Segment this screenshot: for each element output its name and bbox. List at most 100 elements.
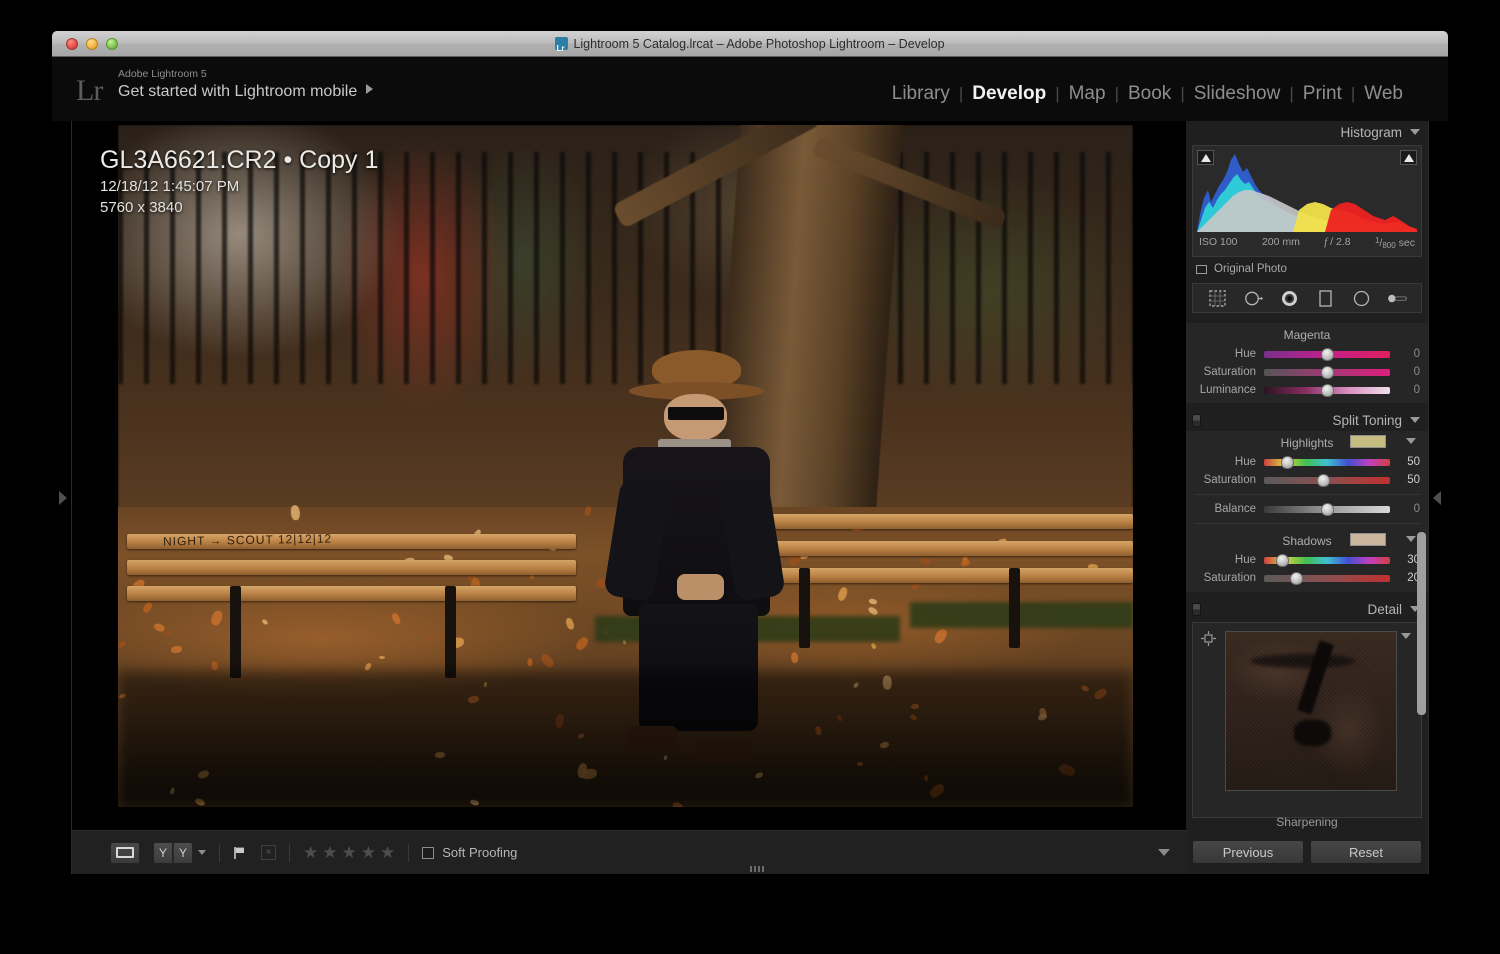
highlights-saturation-track[interactable]	[1264, 477, 1390, 484]
module-print[interactable]: Print	[1294, 83, 1351, 105]
highlights-hue-track[interactable]	[1264, 459, 1390, 466]
magenta-luminance-track[interactable]	[1264, 387, 1390, 394]
chevron-down-icon[interactable]	[1406, 536, 1416, 542]
expand-right-panel-icon[interactable]	[1433, 491, 1441, 505]
exif-metadata-row: ISO 100 200 mm f / 2.8 1/800 sec	[1199, 236, 1415, 250]
radial-filter-icon[interactable]	[1351, 288, 1372, 309]
highlight-clipping-indicator[interactable]	[1400, 150, 1417, 165]
play-triangle-icon[interactable]	[366, 84, 373, 94]
right-panel-scroll-area[interactable]: Histogram ISO 100	[1186, 121, 1428, 830]
star-icon[interactable]: ★	[361, 844, 376, 861]
shadows-saturation-row[interactable]: Saturation 20	[1186, 569, 1428, 587]
bench-leg	[1009, 568, 1020, 648]
shadows-hue-track[interactable]	[1264, 557, 1390, 564]
detail-enable-switch[interactable]	[1192, 603, 1201, 616]
balance-track[interactable]	[1264, 506, 1390, 513]
flag-reject-icon[interactable]: ×	[261, 845, 276, 860]
split-toning-panel-header[interactable]: Split Toning	[1186, 409, 1428, 431]
before-after-right-label[interactable]: Y	[173, 842, 193, 864]
soft-proofing-toggle[interactable]: Soft Proofing	[422, 845, 517, 860]
photo-viewport[interactable]: NIGHT → SCOUT 12|12|12	[72, 121, 1186, 830]
magenta-luminance-row[interactable]: Luminance 0	[1186, 381, 1428, 399]
main-body: NIGHT → SCOUT 12|12|12	[52, 121, 1448, 874]
histogram-widget[interactable]: ISO 100 200 mm f / 2.8 1/800 sec	[1192, 145, 1422, 257]
shadows-color-swatch[interactable]	[1350, 533, 1386, 546]
magenta-hue-track[interactable]	[1264, 351, 1390, 358]
balance-knob[interactable]	[1321, 503, 1334, 516]
magenta-saturation-knob[interactable]	[1321, 366, 1334, 379]
chevron-down-icon[interactable]	[1406, 438, 1416, 444]
magenta-hue-row[interactable]: Hue 0	[1186, 345, 1428, 363]
highlights-saturation-row[interactable]: Saturation 50	[1186, 471, 1428, 489]
soft-proofing-checkbox[interactable]	[422, 847, 434, 859]
photo-image[interactable]: NIGHT → SCOUT 12|12|12	[118, 125, 1133, 807]
scrollbar-thumb[interactable]	[1417, 532, 1426, 715]
highlights-hue-row[interactable]: Hue 50	[1186, 453, 1428, 471]
crop-overlay-icon[interactable]	[1207, 288, 1228, 309]
detail-loupe-preview[interactable]	[1225, 631, 1397, 791]
module-slideshow[interactable]: Slideshow	[1185, 83, 1290, 105]
split-toning-shadows-title: Shadows	[1186, 529, 1428, 551]
star-icon[interactable]: ★	[342, 844, 357, 861]
shadows-hue-row[interactable]: Hue 30	[1186, 551, 1428, 569]
flag-pick-icon[interactable]	[233, 846, 247, 860]
graduated-filter-icon[interactable]	[1315, 288, 1336, 309]
lightroom-window: Lightroom 5 Catalog.lrcat – Adobe Photos…	[52, 31, 1448, 874]
previous-button[interactable]: Previous	[1192, 840, 1304, 864]
loupe-view-button[interactable]	[110, 842, 140, 864]
window-titlebar[interactable]: Lightroom 5 Catalog.lrcat – Adobe Photos…	[52, 31, 1448, 57]
module-web[interactable]: Web	[1355, 83, 1412, 105]
highlights-saturation-knob[interactable]	[1317, 474, 1330, 487]
star-icon[interactable]: ★	[380, 844, 395, 861]
before-after-left-label[interactable]: Y	[153, 842, 173, 864]
histogram-panel-header[interactable]: Histogram	[1186, 121, 1428, 143]
shadows-hue-knob[interactable]	[1276, 554, 1289, 567]
bench-slat	[127, 560, 575, 575]
split-toning-body: Highlights Hue 50 Saturation 50	[1186, 431, 1428, 592]
magenta-hue-knob[interactable]	[1321, 348, 1334, 361]
module-picker[interactable]: Library | Develop | Map | Book | Slidesh…	[883, 83, 1412, 105]
identity-plate[interactable]: Adobe Lightroom 5 Get started with Light…	[118, 68, 373, 103]
identity-promo-text[interactable]: Get started with Lightroom mobile	[118, 81, 373, 103]
highlights-hue-knob[interactable]	[1281, 456, 1294, 469]
detail-loupe-icon[interactable]	[1201, 631, 1216, 646]
before-after-button[interactable]: Y Y	[153, 842, 193, 864]
module-library[interactable]: Library	[883, 83, 959, 105]
right-panel-scrollbar[interactable]	[1417, 123, 1426, 828]
chevron-down-icon[interactable]	[1401, 633, 1411, 639]
highlights-color-swatch[interactable]	[1350, 435, 1386, 448]
star-rating[interactable]: ★ ★ ★ ★ ★	[303, 844, 395, 861]
module-develop[interactable]: Develop	[963, 83, 1055, 105]
expand-left-panel-icon[interactable]	[59, 491, 67, 505]
magenta-saturation-track[interactable]	[1264, 369, 1390, 376]
soft-proofing-label: Soft Proofing	[442, 845, 517, 860]
detail-panel-header[interactable]: Detail	[1186, 598, 1428, 620]
photo-leaf	[290, 505, 299, 520]
reset-button[interactable]: Reset	[1310, 840, 1422, 864]
lightroom-logo: Lr	[76, 74, 102, 108]
resize-handle-icon[interactable]	[750, 866, 764, 872]
toolbar-toggle-icon[interactable]	[1158, 849, 1170, 856]
panel-action-buttons[interactable]: Previous Reset	[1186, 830, 1428, 874]
detail-panel-body[interactable]: Sharpening	[1192, 622, 1422, 818]
star-icon[interactable]: ★	[303, 844, 318, 861]
adjustment-brush-icon[interactable]	[1387, 288, 1408, 309]
split-toning-enable-switch[interactable]	[1192, 414, 1201, 427]
split-toning-balance-row[interactable]: Balance 0	[1186, 500, 1428, 518]
star-icon[interactable]: ★	[322, 844, 337, 861]
shadows-saturation-knob[interactable]	[1290, 572, 1303, 585]
original-photo-toggle[interactable]: Original Photo	[1196, 263, 1428, 275]
bench-graffiti-text: NIGHT → SCOUT 12|12|12	[163, 532, 332, 549]
module-book[interactable]: Book	[1119, 83, 1180, 105]
develop-toolbar[interactable]: Y Y × ★ ★ ★ ★ ★	[72, 830, 1186, 874]
bench-slat	[127, 586, 575, 601]
magenta-luminance-knob[interactable]	[1321, 384, 1334, 397]
magenta-saturation-row[interactable]: Saturation 0	[1186, 363, 1428, 381]
module-map[interactable]: Map	[1060, 83, 1115, 105]
shadows-saturation-track[interactable]	[1264, 575, 1390, 582]
chevron-down-icon[interactable]	[198, 850, 206, 855]
red-eye-correction-icon[interactable]	[1279, 288, 1300, 309]
shadow-clipping-indicator[interactable]	[1197, 150, 1214, 165]
develop-tool-strip[interactable]	[1192, 283, 1422, 313]
spot-removal-icon[interactable]	[1243, 288, 1264, 309]
